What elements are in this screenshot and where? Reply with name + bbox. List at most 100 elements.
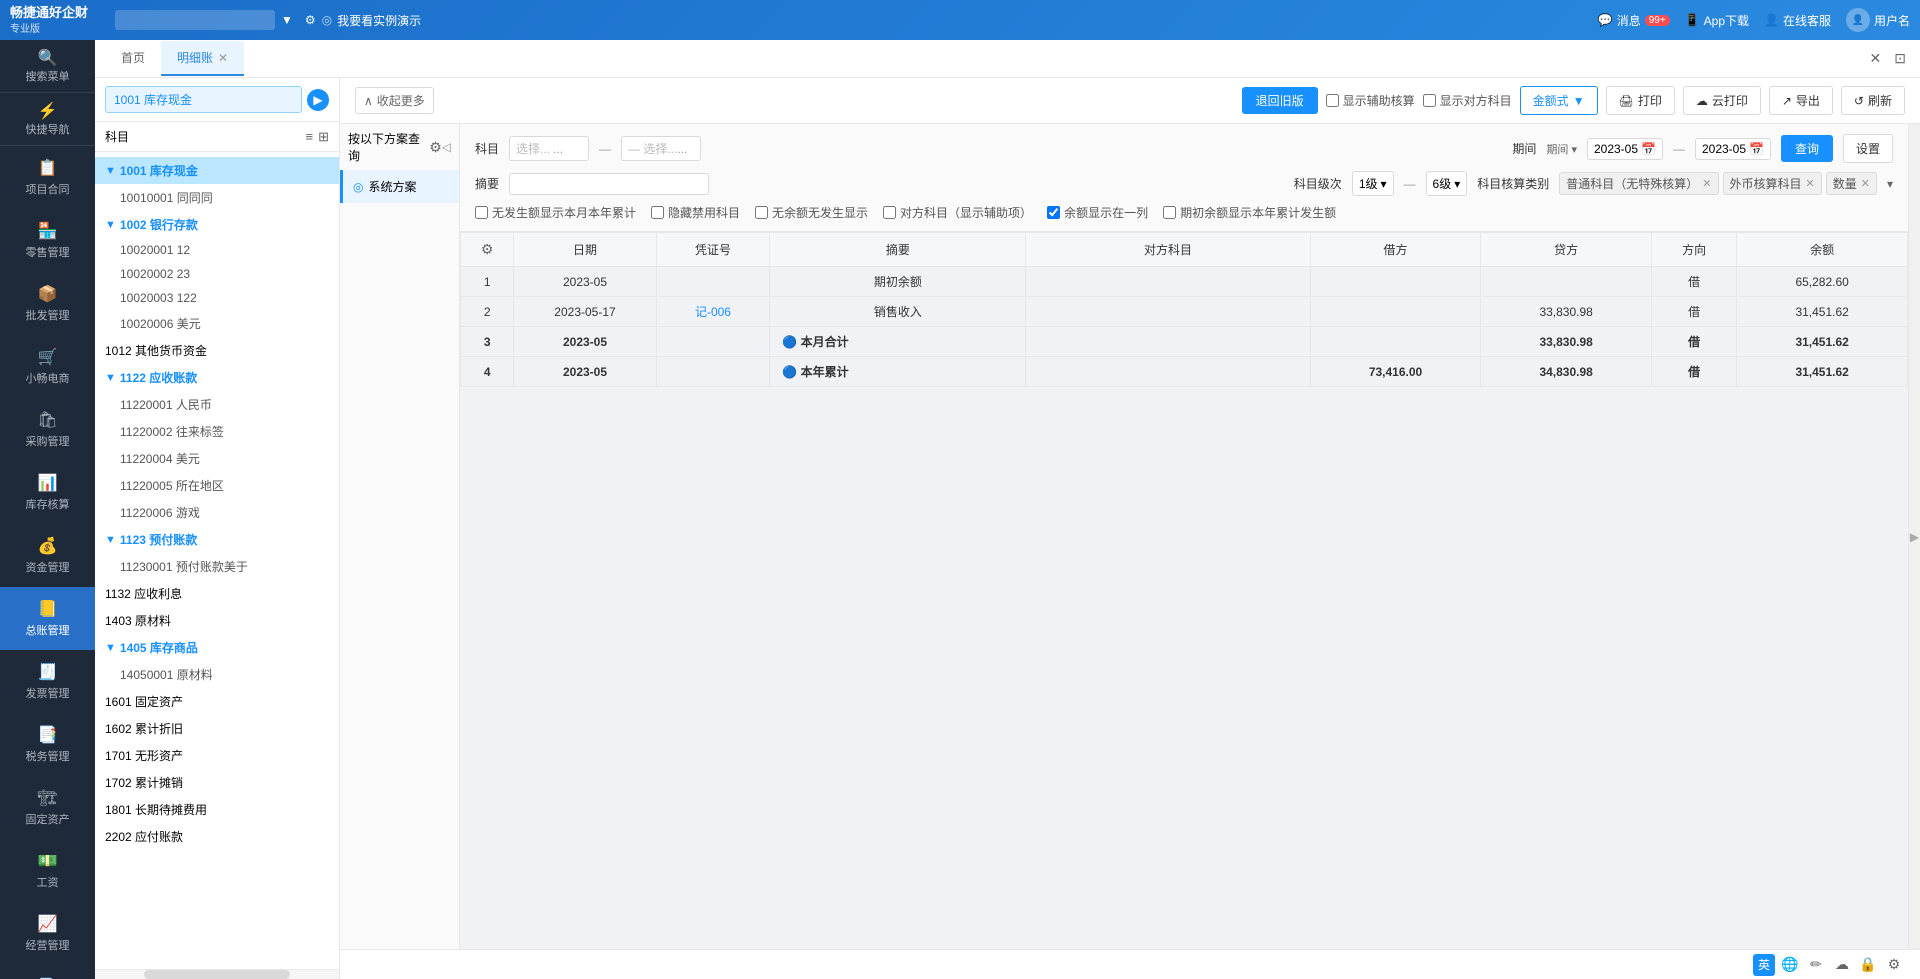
gear-icon[interactable]: ⚙ bbox=[481, 241, 494, 257]
export-btn[interactable]: ↗ 导出 bbox=[1769, 86, 1833, 115]
checkbox-balance-one-col[interactable]: 余额显示在一列 bbox=[1047, 204, 1148, 221]
sidebar-item-shortcut[interactable]: ⚡ 快捷导航 bbox=[0, 93, 95, 146]
show-aux-input[interactable] bbox=[1326, 94, 1339, 107]
tree-item-1403[interactable]: 1403 原材料 bbox=[95, 607, 339, 634]
period-dropdown[interactable]: 期间 ▾ bbox=[1546, 141, 1577, 157]
level-start-select[interactable]: 1级 ▾ bbox=[1352, 171, 1394, 196]
tree-item-1132[interactable]: 1132 应收利息 bbox=[95, 580, 339, 607]
dropdown-btn[interactable]: ▼ bbox=[275, 10, 299, 30]
tree-expand-btn[interactable]: ⊞ bbox=[318, 129, 329, 145]
category-tag-1[interactable]: 普通科目（无特殊核算） ✕ bbox=[1559, 172, 1718, 195]
table-row[interactable]: 1 2023-05 期初余额 借 65,282.60 bbox=[461, 267, 1908, 297]
account-scroll[interactable] bbox=[95, 969, 339, 979]
category-tag-2[interactable]: 外币核算科目 ✕ bbox=[1723, 172, 1822, 195]
sidebar-item-tax[interactable]: 📑 税务管理 bbox=[0, 713, 95, 776]
table-row-summary-year[interactable]: 4 2023-05 🔵 本年累计 73,416.00 bbox=[461, 357, 1908, 387]
lang-switch-btn[interactable]: 英 bbox=[1753, 954, 1775, 976]
tree-item-1702[interactable]: 1702 累计摊销 bbox=[95, 769, 339, 796]
period-end-input[interactable]: 2023-05 📅 bbox=[1695, 138, 1771, 160]
sidebar-item-invoice[interactable]: 🧾 发票管理 bbox=[0, 650, 95, 713]
sidebar-item-retail[interactable]: 🏪 零售管理 bbox=[0, 209, 95, 272]
sidebar-item-wholesale[interactable]: 📦 批发管理 bbox=[0, 272, 95, 335]
sidebar-item-salary[interactable]: 💵 工资 bbox=[0, 839, 95, 902]
checkbox-no-balance2[interactable]: 无余额无发生显示 bbox=[755, 204, 868, 221]
cloud-btn[interactable]: ☁ bbox=[1831, 954, 1853, 976]
tag-close-3[interactable]: ✕ bbox=[1861, 177, 1870, 190]
voucher-link-2[interactable]: 记-006 bbox=[695, 305, 731, 319]
sidebar-item-asset[interactable]: 🏗 固定资产 bbox=[0, 776, 95, 839]
title-input[interactable] bbox=[115, 10, 275, 30]
filter-collapse-icon[interactable]: ◁ bbox=[442, 140, 451, 154]
period-start-input[interactable]: 2023-05 📅 bbox=[1587, 138, 1663, 160]
lock-btn[interactable]: 🔒 bbox=[1857, 954, 1879, 976]
filter-settings-icon[interactable]: ⚙ bbox=[429, 139, 442, 156]
show-contra-checkbox[interactable]: 显示对方科目 bbox=[1423, 92, 1512, 109]
tree-item-11220001[interactable]: 11220001 人民币 bbox=[95, 391, 339, 418]
tree-item-11220005[interactable]: 11220005 所在地区 bbox=[95, 472, 339, 499]
cb-hide-disabled[interactable] bbox=[651, 206, 664, 219]
tree-item-1801[interactable]: 1801 长期待摊费用 bbox=[95, 796, 339, 823]
right-collapse-panel[interactable]: ▶ bbox=[1908, 124, 1920, 949]
subject-input-area[interactable]: 选择... ... bbox=[509, 136, 589, 161]
return-old-btn[interactable]: 退回旧版 bbox=[1242, 87, 1318, 114]
tree-item-1001[interactable]: ▼ 1001 库存现金 bbox=[95, 157, 339, 184]
refresh-btn[interactable]: ↺ 刷新 bbox=[1841, 86, 1905, 115]
tree-item-10020001[interactable]: 10020001 12 bbox=[95, 238, 339, 262]
settings-btn[interactable]: ⚙ bbox=[299, 10, 322, 30]
checkbox-hide-disabled[interactable]: 隐藏禁用科目 bbox=[651, 204, 740, 221]
data-table[interactable]: ⚙ 日期 凭证号 摘要 对方科目 借方 贷方 方向 bbox=[460, 232, 1908, 949]
category-tag-3[interactable]: 数量 ✕ bbox=[1826, 172, 1877, 195]
checkbox-no-balance[interactable]: 无发生额显示本月本年累计 bbox=[475, 204, 636, 221]
amount-format-btn[interactable]: 金额式 ▼ bbox=[1520, 86, 1598, 115]
expand-filter-btn[interactable]: ∧ 收起更多 bbox=[355, 87, 434, 114]
subject-select-area[interactable]: — 选择... ... bbox=[621, 136, 701, 161]
show-aux-checkbox[interactable]: 显示辅助核算 bbox=[1326, 92, 1415, 109]
demo-button[interactable]: ◎ 我要看实例演示 bbox=[322, 12, 422, 29]
level-end-select[interactable]: 6级 ▾ bbox=[1426, 171, 1468, 196]
app-download-btn[interactable]: 📱 App下载 bbox=[1685, 12, 1749, 29]
tree-item-10020002[interactable]: 10020002 23 bbox=[95, 262, 339, 286]
account-nav-btn[interactable]: ▶ bbox=[307, 89, 329, 111]
tree-item-10020006[interactable]: 10020006 美元 bbox=[95, 310, 339, 337]
cloud-print-btn[interactable]: ☁ 云打印 bbox=[1683, 86, 1761, 115]
sidebar-item-project[interactable]: 📋 项目合同 bbox=[0, 146, 95, 209]
sidebar-item-purchase[interactable]: 🛍 采购管理 bbox=[0, 398, 95, 461]
tab-close-window-btn[interactable]: ✕ bbox=[1866, 48, 1886, 69]
tab-detail[interactable]: 明细账 ✕ bbox=[161, 41, 244, 76]
bottom-settings-btn[interactable]: ⚙ bbox=[1883, 954, 1905, 976]
category-dropdown[interactable]: ▾ bbox=[1887, 177, 1893, 191]
tab-maximize-btn[interactable]: ⊡ bbox=[1890, 48, 1910, 69]
online-service-btn[interactable]: 👤 在线客服 bbox=[1764, 12, 1831, 29]
tree-item-1601[interactable]: 1601 固定资产 bbox=[95, 688, 339, 715]
tree-item-1405[interactable]: ▼ 1405 库存商品 bbox=[95, 634, 339, 661]
tree-item-14050001[interactable]: 14050001 原材料 bbox=[95, 661, 339, 688]
print-btn[interactable]: 🖨 打印 bbox=[1606, 86, 1675, 115]
edit-btn[interactable]: ✏ bbox=[1805, 954, 1827, 976]
summary-input[interactable] bbox=[509, 173, 709, 195]
cell-voucher-2[interactable]: 记-006 bbox=[656, 297, 770, 327]
tree-item-1123[interactable]: ▼ 1123 预付账款 bbox=[95, 526, 339, 553]
setting-btn[interactable]: 设置 bbox=[1843, 134, 1893, 163]
tree-item-11220006[interactable]: 11220006 游戏 bbox=[95, 499, 339, 526]
tree-item-1012[interactable]: 1012 其他货币资金 bbox=[95, 337, 339, 364]
cb-opening[interactable] bbox=[1163, 206, 1176, 219]
cb-contra[interactable] bbox=[883, 206, 896, 219]
account-current[interactable]: 1001 库存现金 bbox=[105, 86, 302, 113]
tree-item-1701[interactable]: 1701 无形资产 bbox=[95, 742, 339, 769]
tree-item-11220004[interactable]: 11220004 美元 bbox=[95, 445, 339, 472]
th-settings[interactable]: ⚙ bbox=[461, 233, 514, 267]
tree-item-10010001[interactable]: 10010001 同同同 bbox=[95, 184, 339, 211]
tree-item-10020003[interactable]: 10020003 122 bbox=[95, 286, 339, 310]
checkbox-contra[interactable]: 对方科目（显示辅助项） bbox=[883, 204, 1032, 221]
show-contra-input[interactable] bbox=[1423, 94, 1436, 107]
checkbox-opening[interactable]: 期初余额显示本年累计发生额 bbox=[1163, 204, 1336, 221]
tag-close-2[interactable]: ✕ bbox=[1806, 177, 1815, 190]
sidebar-item-finance[interactable]: 💰 资金管理 bbox=[0, 524, 95, 587]
tree-item-11220002[interactable]: 11220002 往来标签 bbox=[95, 418, 339, 445]
sidebar-item-report[interactable]: 📄 小畅报销 bbox=[0, 965, 95, 979]
sidebar-item-search[interactable]: 🔍 搜索菜单 bbox=[0, 40, 95, 93]
tree-list-view-btn[interactable]: ≡ bbox=[306, 129, 314, 145]
table-row[interactable]: 2 2023-05-17 记-006 销售收入 33,830.98 借 31 bbox=[461, 297, 1908, 327]
query-scheme-item[interactable]: ◎ 系统方案 bbox=[340, 170, 459, 203]
tree-item-11230001[interactable]: 11230001 预付账款美于 bbox=[95, 553, 339, 580]
